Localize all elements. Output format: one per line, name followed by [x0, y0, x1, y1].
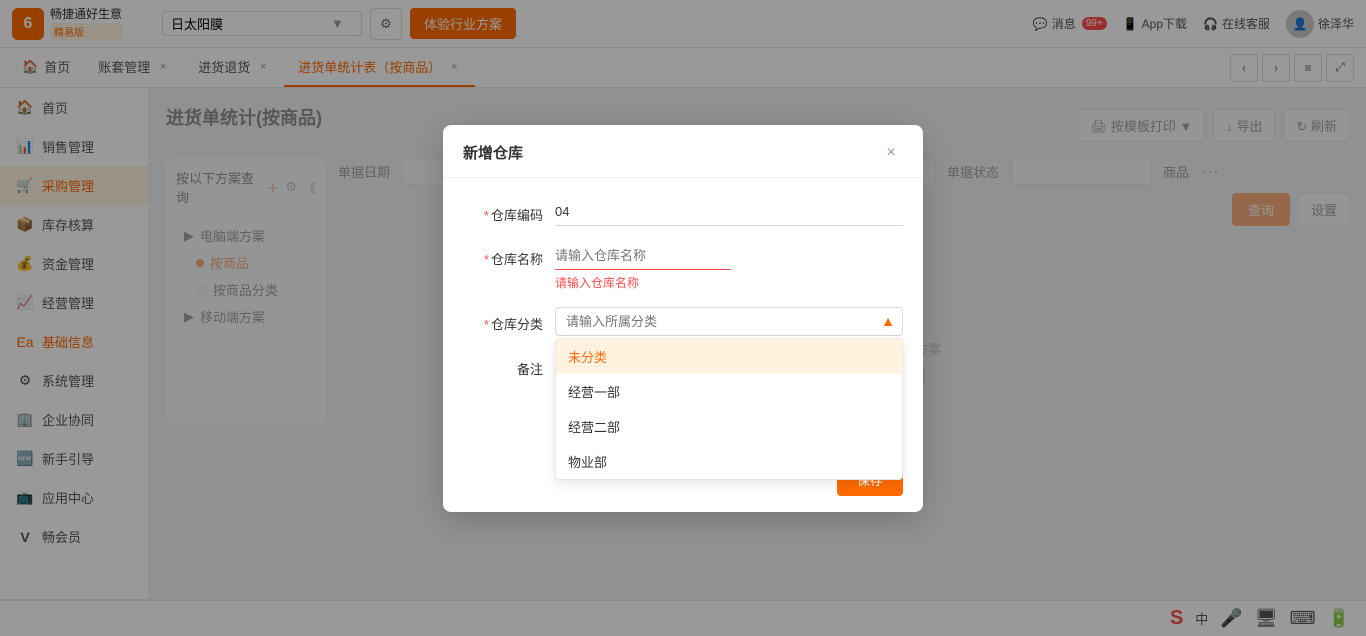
name-label: *仓库名称	[463, 242, 543, 268]
code-label: *仓库编码	[463, 198, 543, 224]
dropdown-item-2[interactable]: 经营二部	[556, 409, 902, 444]
category-select-wrap: ▲ 未分类 经营一部 经营二部 物业部	[555, 307, 903, 336]
modal-body: *仓库编码 *仓库名称 请输入仓库名称 *仓	[443, 178, 923, 451]
name-error-msg: 请输入仓库名称	[555, 274, 731, 291]
form-row-name: *仓库名称 请输入仓库名称	[463, 242, 903, 291]
category-dropdown: 未分类 经营一部 经营二部 物业部	[555, 338, 903, 480]
modal-header: 新增仓库 ×	[443, 125, 923, 178]
form-row-category: *仓库分类 ▲ 未分类 经营一部 经营二部 物业部	[463, 307, 903, 336]
category-label: *仓库分类	[463, 307, 543, 333]
modal: 新增仓库 × *仓库编码 *仓库名称 请输入仓库名称	[443, 125, 923, 512]
name-input[interactable]	[555, 242, 731, 270]
note-label: 备注	[463, 352, 543, 378]
category-input[interactable]	[555, 307, 903, 336]
dropdown-item-0[interactable]: 未分类	[556, 339, 902, 374]
modal-title: 新增仓库	[463, 142, 523, 163]
dropdown-item-1[interactable]: 经营一部	[556, 374, 902, 409]
dropdown-item-3[interactable]: 物业部	[556, 444, 902, 479]
modal-overlay[interactable]: 新增仓库 × *仓库编码 *仓库名称 请输入仓库名称	[0, 0, 1366, 636]
form-row-code: *仓库编码	[463, 198, 903, 226]
code-input[interactable]	[555, 198, 903, 226]
modal-close-button[interactable]: ×	[879, 141, 903, 165]
